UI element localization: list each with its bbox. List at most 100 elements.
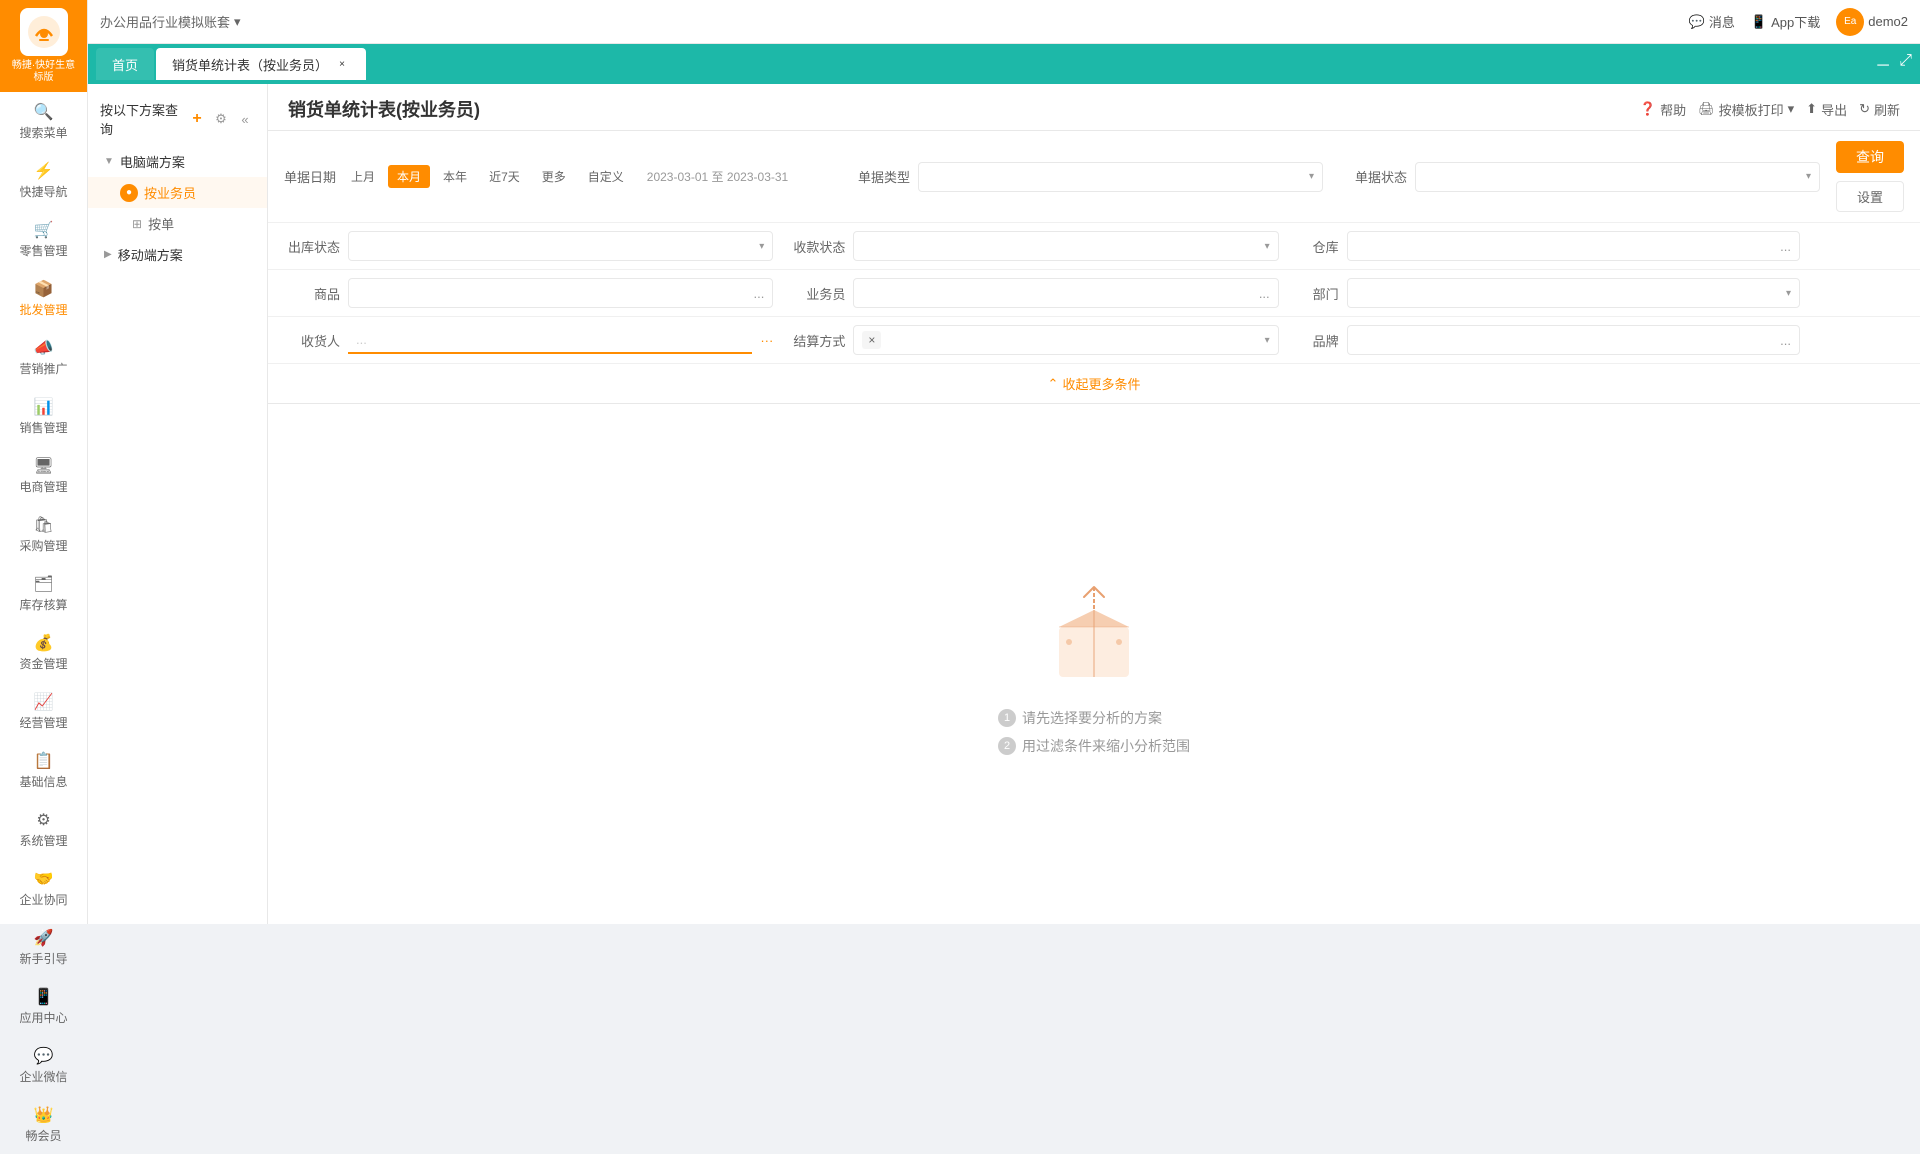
consignee-group: 收货人 ··· — [284, 327, 773, 354]
print-icon: 🖨 — [1698, 101, 1715, 117]
sidebar-item-basic[interactable]: 📋 基础信息 — [0, 741, 87, 800]
sidebar-item-ecommerce[interactable]: 🖥 电商管理 — [0, 446, 87, 505]
date-last-7[interactable]: 近7天 — [480, 165, 529, 188]
sidebar-item-wholesale[interactable]: 📦 批发管理 — [0, 269, 87, 328]
settings-button[interactable]: 设置 — [1836, 181, 1904, 212]
user-menu[interactable]: Ea demo2 — [1836, 8, 1908, 36]
filter-wrapper: 单据日期 上月 本月 本年 近7天 更多 自定义 2023-03-01 至 20… — [268, 131, 1920, 404]
tab-home[interactable]: 首页 — [96, 48, 154, 80]
sidebar-item-inventory[interactable]: 🗂 库存核算 — [0, 564, 87, 623]
app-title-text: 办公用品行业模拟账套 — [100, 12, 230, 31]
panel-header: 按以下方案查询 + ⚙ « — [88, 92, 267, 146]
date-this-year[interactable]: 本年 — [434, 165, 476, 188]
sidebar-item-guide[interactable]: 🚀 新手引导 — [0, 918, 87, 977]
tree-item-by-salesperson-label: 按业务员 — [144, 183, 196, 202]
warehouse-select[interactable]: ... — [1347, 231, 1800, 261]
collapse-button[interactable]: ⌃ 收起更多条件 — [1048, 370, 1141, 397]
out-status-select[interactable]: ▾ — [348, 231, 773, 261]
tree-item-by-salesperson[interactable]: ● 按业务员 — [88, 177, 267, 208]
app-download-button[interactable]: 📱 App下载 — [1751, 12, 1820, 31]
sidebar-item-purchase[interactable]: 🛍 采购管理 — [0, 505, 87, 564]
payment-status-select[interactable]: ▾ — [853, 231, 1278, 261]
app-title-dropdown[interactable]: 办公用品行业模拟账套 ▾ — [100, 12, 241, 31]
payment-method-group: 结算方式 × ▾ — [773, 325, 1294, 355]
doc-status-select[interactable]: ▾ — [1415, 162, 1820, 192]
doc-status-label: 单据状态 — [1355, 167, 1407, 186]
sidebar-item-quicknav[interactable]: ⚡ 快捷导航 — [0, 151, 87, 210]
payment-method-tag: × — [862, 331, 881, 349]
date-custom[interactable]: 自定义 — [579, 165, 633, 188]
out-status-arrow-icon: ▾ — [759, 241, 764, 252]
date-options: 上月 本月 本年 近7天 更多 自定义 — [342, 165, 633, 188]
page-actions: ❓ 帮助 🖨 按模板打印 ▾ ⬆ 导出 ↻ 刷新 — [1640, 100, 1900, 119]
date-this-month[interactable]: 本月 — [388, 165, 430, 188]
tab-sales-stat[interactable]: 销货单统计表（按业务员） × — [156, 48, 366, 80]
message-button[interactable]: 💬 消息 — [1689, 12, 1735, 31]
filter-row-1: 单据日期 上月 本月 本年 近7天 更多 自定义 2023-03-01 至 20… — [268, 131, 1920, 223]
brand-label: 品牌 — [1311, 331, 1339, 350]
payment-method-select[interactable]: × ▾ — [853, 325, 1278, 355]
topbar-right: 💬 消息 📱 App下载 Ea demo2 — [1689, 8, 1908, 36]
sidebar-item-apps[interactable]: 📱 应用中心 — [0, 977, 87, 1036]
logo-area[interactable]: 畅捷·快好生意 标版 — [0, 0, 87, 92]
refresh-icon: ↻ — [1859, 101, 1870, 117]
sidebar-item-search[interactable]: 🔍 搜索菜单 — [0, 92, 87, 151]
collapse-label: 收起更多条件 — [1062, 374, 1140, 393]
sidebar-item-marketing[interactable]: 📣 营销推广 — [0, 328, 87, 387]
goods-select[interactable]: ... — [348, 278, 773, 308]
sidebar-item-enterprise[interactable]: 🤝 企业协同 — [0, 859, 87, 918]
date-more[interactable]: 更多 — [533, 165, 575, 188]
out-status-label: 出库状态 — [284, 237, 340, 256]
date-last-month[interactable]: 上月 — [342, 165, 384, 188]
tabbar: 首页 销货单统计表（按业务员） × － ⤢ — [88, 44, 1920, 84]
query-button[interactable]: 查询 — [1836, 141, 1904, 173]
refresh-button[interactable]: ↻ 刷新 — [1859, 100, 1900, 119]
add-scheme-button[interactable]: + — [187, 109, 207, 129]
empty-illustration — [1034, 572, 1154, 692]
tree-group-desktop[interactable]: ▼ 电脑端方案 — [88, 146, 267, 177]
page-title: 销货单统计表(按业务员) — [288, 96, 480, 122]
sidebar-item-system[interactable]: ⚙ 系统管理 — [0, 800, 87, 859]
tab-sales-stat-label: 销货单统计表（按业务员） — [172, 55, 328, 74]
tab-maximize-icon[interactable]: ⤢ — [1899, 52, 1912, 76]
sidebar-item-retail[interactable]: 🛒 零售管理 — [0, 210, 87, 269]
filter-row-4: 收货人 ··· 结算方式 × ▾ 品牌 — [268, 317, 1920, 364]
empty-state: 1 请先选择要分析的方案 2 用过滤条件来缩小分析范围 — [998, 572, 1190, 756]
tab-close-icon[interactable]: × — [334, 56, 350, 72]
consignee-more-icon[interactable]: ··· — [760, 333, 773, 348]
sidebar-item-finance[interactable]: 💰 资金管理 — [0, 623, 87, 682]
warehouse-dots: ... — [1780, 239, 1791, 254]
doc-type-select[interactable]: ▾ — [918, 162, 1323, 192]
brand-dots: ... — [1780, 333, 1791, 348]
payment-method-arrow-icon: ▾ — [1265, 335, 1270, 346]
payment-method-tag-close[interactable]: × — [868, 333, 875, 347]
sidebar-item-member[interactable]: 👑 畅会员 — [0, 1095, 87, 1154]
help-button[interactable]: ❓ 帮助 — [1640, 100, 1686, 119]
tree-group-mobile[interactable]: ▶ 移动端方案 — [88, 239, 267, 270]
by-order-icon: ⊞ — [132, 217, 142, 231]
logo-icon — [20, 8, 68, 56]
doc-type-label: 单据类型 — [858, 167, 910, 186]
brand-select[interactable]: ... — [1347, 325, 1800, 355]
payment-status-group: 收款状态 ▾ — [773, 231, 1294, 261]
export-button[interactable]: ⬆ 导出 — [1806, 100, 1847, 119]
scheme-settings-button[interactable]: ⚙ — [211, 109, 231, 129]
sidebar-item-wechat[interactable]: 💬 企业微信 — [0, 1036, 87, 1095]
tree-group-mobile-label: 移动端方案 — [118, 245, 183, 264]
avatar: Ea — [1836, 8, 1864, 36]
department-select[interactable]: ▾ — [1347, 278, 1800, 308]
salesperson-select[interactable]: ... — [853, 278, 1278, 308]
payment-status-label: 收款状态 — [789, 237, 845, 256]
panel-collapse-button[interactable]: « — [235, 109, 255, 129]
logo-text: 畅捷·快好生意 标版 — [4, 60, 83, 84]
sidebar-item-sales[interactable]: 📊 销售管理 — [0, 387, 87, 446]
consignee-input[interactable] — [348, 327, 752, 354]
print-label: 按模板打印 — [1719, 100, 1784, 119]
content-area: 按以下方案查询 + ⚙ « ▼ 电脑端方案 ● 按业务员 ⊞ 按单 ▶ — [88, 84, 1920, 924]
sidebar-item-operations[interactable]: 📈 经营管理 — [0, 682, 87, 741]
tab-home-label: 首页 — [112, 55, 138, 74]
tab-minimize-icon[interactable]: － — [1875, 52, 1891, 76]
print-button[interactable]: 🖨 按模板打印 ▾ — [1698, 100, 1794, 119]
tree-item-by-order[interactable]: ⊞ 按单 — [88, 208, 267, 239]
avatar-text: Ea — [1844, 16, 1856, 27]
